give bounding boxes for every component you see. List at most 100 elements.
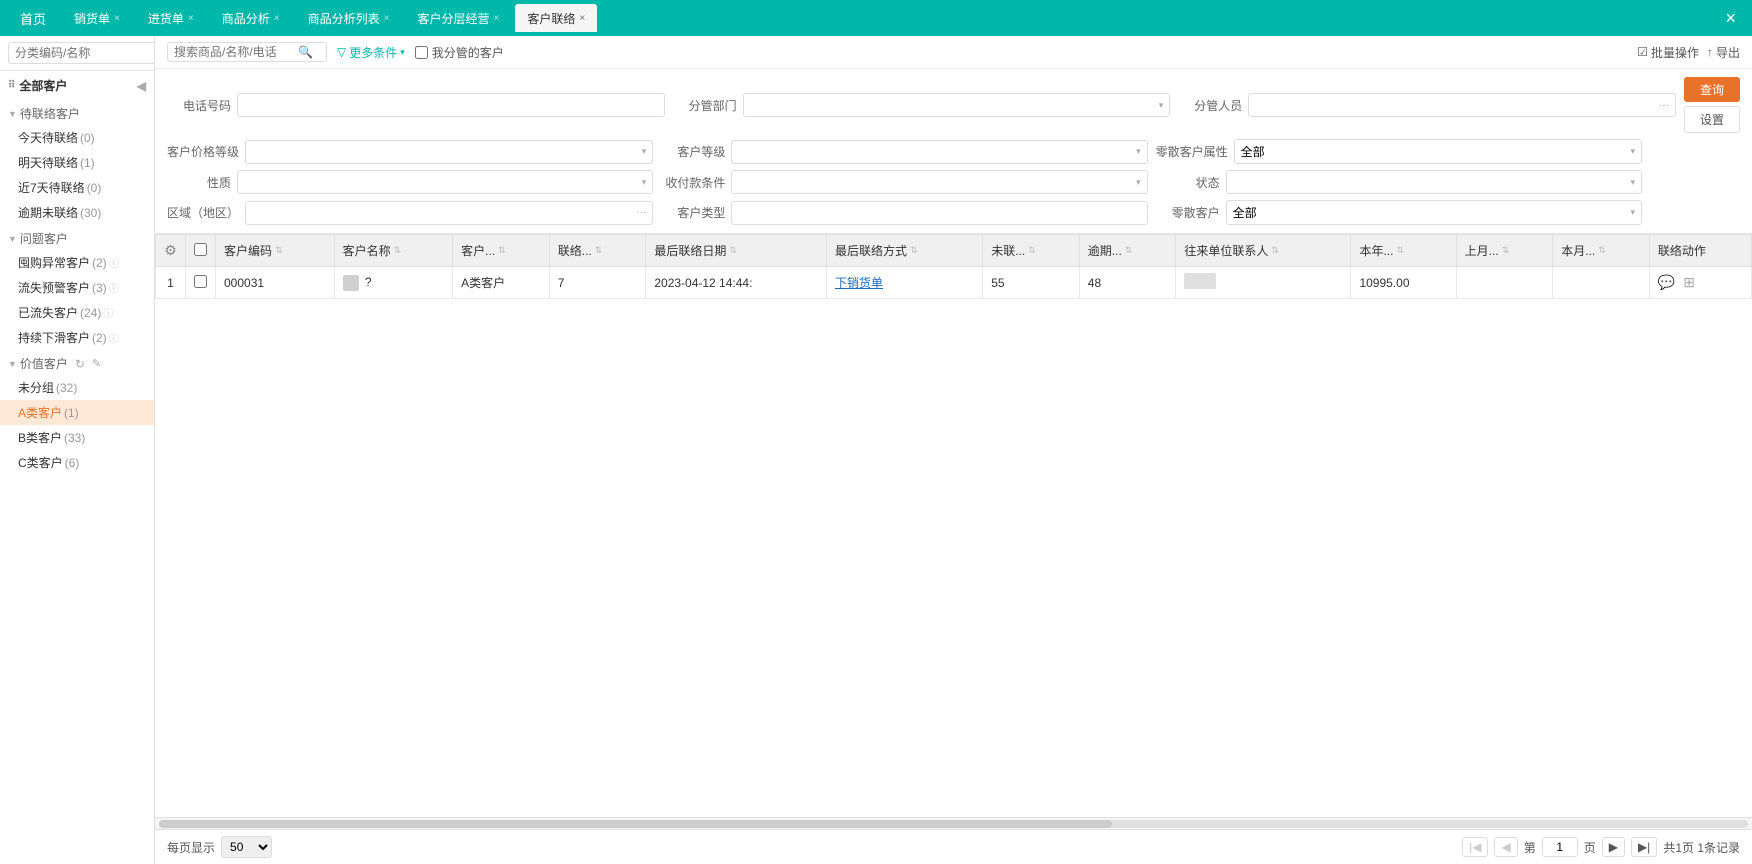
filter-retailattr-select[interactable]: 全部 ▾	[1234, 139, 1642, 164]
th-lastdate: 最后联络日期 ⇅	[646, 235, 827, 267]
sidebar-item-7days[interactable]: 近7天待联络(0)	[0, 175, 154, 200]
filter-retailcustomer-select[interactable]: 全部 ▾	[1226, 200, 1642, 225]
chevron-down-icon: ▾	[1630, 177, 1635, 188]
filter-region-input[interactable]: ···	[245, 201, 653, 225]
filter-manager-input[interactable]: ···	[1248, 93, 1676, 117]
th-uncontact: 未联... ⇅	[983, 235, 1080, 267]
sidebar-item-lost[interactable]: 已流失客户(24) ⓘ	[0, 300, 154, 325]
nav-home[interactable]: 首页	[8, 9, 58, 28]
edit-icon[interactable]: ✎	[92, 357, 101, 370]
close-icon[interactable]: ×	[188, 13, 194, 24]
filter-customerlevel-select[interactable]: ▾	[731, 140, 1147, 164]
sort-icon[interactable]: ⇅	[595, 245, 603, 256]
filter-pricelevel-select[interactable]: ▾	[245, 140, 653, 164]
first-page-button[interactable]: |◀	[1462, 837, 1488, 857]
sort-icon[interactable]: ⇅	[1598, 245, 1606, 256]
nav-tab-purchaseorder[interactable]: 进货单 ×	[136, 4, 206, 32]
my-customer-checkbox[interactable]	[415, 46, 428, 59]
sort-icon[interactable]: ⇅	[910, 245, 918, 256]
content-area: 🔍 ▽ 更多条件 ▾ 我分管的客户 ☑ 批量操作 ↑ 导出	[155, 36, 1752, 864]
select-all-checkbox[interactable]	[194, 243, 207, 256]
close-icon[interactable]: ×	[384, 13, 390, 24]
arrow-icon: ▼	[8, 234, 17, 244]
sidebar-search-input[interactable]	[8, 42, 155, 64]
scrollbar-thumb[interactable]	[159, 820, 1112, 828]
filter-more-btn[interactable]: ▽ 更多条件 ▾	[337, 44, 405, 61]
sidebar-group-value[interactable]: ▼ 价值客户 ↻ ✎	[0, 350, 154, 375]
page-size-select[interactable]: 50 100 200	[221, 836, 272, 858]
page-number-input[interactable]	[1542, 837, 1578, 857]
filter-phone-input[interactable]	[237, 93, 665, 117]
sort-icon[interactable]: ⇅	[1271, 245, 1279, 256]
nav-tab-salesorder[interactable]: 销货单 ×	[62, 4, 132, 32]
sort-icon[interactable]: ⇅	[729, 245, 737, 256]
sidebar-all-customers[interactable]: ⠿ 全部客户 ◀	[0, 71, 154, 100]
collapse-icon[interactable]: ◀	[137, 79, 146, 93]
name-badge	[343, 275, 359, 291]
sidebar-item-a-class[interactable]: A类客户(1)	[0, 400, 154, 425]
sidebar-item-abnormal[interactable]: 囤购异常客户(2) ⓘ	[0, 250, 154, 275]
sidebar-item-declining[interactable]: 持续下滑客户(2) ⓘ	[0, 325, 154, 350]
batch-operation-btn[interactable]: ☑ 批量操作	[1637, 44, 1699, 61]
row-index: 1	[156, 267, 186, 299]
next-page-button[interactable]: ▶	[1602, 837, 1625, 857]
filter-nature: 性质 ▾	[167, 170, 653, 194]
window-close-button[interactable]: ×	[1717, 8, 1744, 29]
table-row: 1 000031 ? A类客户 7 2023-04-12 14:44: 下销货单	[156, 267, 1752, 299]
row-code: 000031	[216, 267, 335, 299]
th-name: 客户名称 ⇅	[334, 235, 453, 267]
filter-customertype-input[interactable]	[731, 201, 1147, 225]
nav-tab-customercontact[interactable]: 客户联络 ×	[515, 4, 597, 32]
sidebar-item-overdue[interactable]: 逾期未联络(30)	[0, 200, 154, 225]
close-icon[interactable]: ×	[114, 13, 120, 24]
filter-status-select[interactable]: ▾	[1226, 170, 1642, 194]
sidebar-item-c-class[interactable]: C类客户(6)	[0, 450, 154, 475]
sidebar-item-tomorrow[interactable]: 明天待联络(1)	[0, 150, 154, 175]
sort-icon[interactable]: ⇅	[498, 245, 506, 256]
filter-search-input[interactable]	[174, 45, 294, 59]
query-button[interactable]: 查询	[1684, 77, 1740, 102]
sort-icon[interactable]: ⇅	[1028, 245, 1036, 256]
funnel-icon: ▽	[337, 45, 346, 59]
last-page-button[interactable]: ▶|	[1631, 837, 1657, 857]
row-thismonth	[1553, 267, 1650, 299]
nav-tab-productanalysislist[interactable]: 商品分析列表 ×	[296, 4, 402, 32]
table-settings-button[interactable]: ⚙	[164, 242, 177, 259]
filter-dept-select[interactable]: ▾	[743, 93, 1171, 117]
filter-my-customer[interactable]: 我分管的客户	[415, 44, 504, 61]
chat-icon[interactable]: 💬	[1658, 274, 1675, 291]
filter-payment-select[interactable]: ▾	[731, 170, 1147, 194]
row-checkbox[interactable]	[194, 275, 207, 288]
sort-icon[interactable]: ⇅	[1502, 245, 1510, 256]
row-person	[1176, 267, 1351, 299]
chevron-down-icon: ▾	[1136, 177, 1141, 188]
sort-icon[interactable]: ⇅	[394, 245, 402, 256]
sidebar-item-b-class[interactable]: B类客户(33)	[0, 425, 154, 450]
refresh-icon[interactable]: ↻	[75, 357, 85, 371]
filter-customertype: 客户类型	[661, 201, 1147, 225]
sidebar-group-problem[interactable]: ▼ 问题客户	[0, 225, 154, 250]
sidebar-group-pending[interactable]: ▼ 待联络客户	[0, 100, 154, 125]
sidebar-item-lostwarn[interactable]: 流失预警客户(3) ⓘ	[0, 275, 154, 300]
close-icon[interactable]: ×	[493, 13, 499, 24]
sort-icon[interactable]: ⇅	[275, 245, 283, 256]
close-icon[interactable]: ×	[579, 13, 585, 24]
filter-search-icon[interactable]: 🔍	[298, 45, 313, 59]
nav-tab-customerseg[interactable]: 客户分层经营 ×	[405, 4, 511, 32]
filter-nature-select[interactable]: ▾	[237, 170, 653, 194]
horizontal-scrollbar[interactable]	[155, 817, 1752, 829]
prev-page-button[interactable]: ◀	[1494, 837, 1517, 857]
sort-icon[interactable]: ⇅	[1125, 245, 1133, 256]
nav-tab-productanalysis[interactable]: 商品分析 ×	[210, 4, 292, 32]
sidebar-item-unclassified[interactable]: 未分组(32)	[0, 375, 154, 400]
close-icon[interactable]: ×	[274, 13, 280, 24]
filter-search-box: 🔍	[167, 42, 327, 62]
top-nav: 首页 销货单 × 进货单 × 商品分析 × 商品分析列表 × 客户分层经营 × …	[0, 0, 1752, 36]
sort-icon[interactable]: ⇅	[1396, 245, 1404, 256]
export-btn[interactable]: ↑ 导出	[1707, 44, 1740, 61]
grid-icon[interactable]: ⊞	[1683, 274, 1695, 291]
row-thisyear: 10995.00	[1351, 267, 1456, 299]
settings-button[interactable]: 设置	[1684, 106, 1740, 133]
filter-label-retailcustomer: 零散客户	[1156, 204, 1226, 221]
sidebar-item-today[interactable]: 今天待联络(0)	[0, 125, 154, 150]
